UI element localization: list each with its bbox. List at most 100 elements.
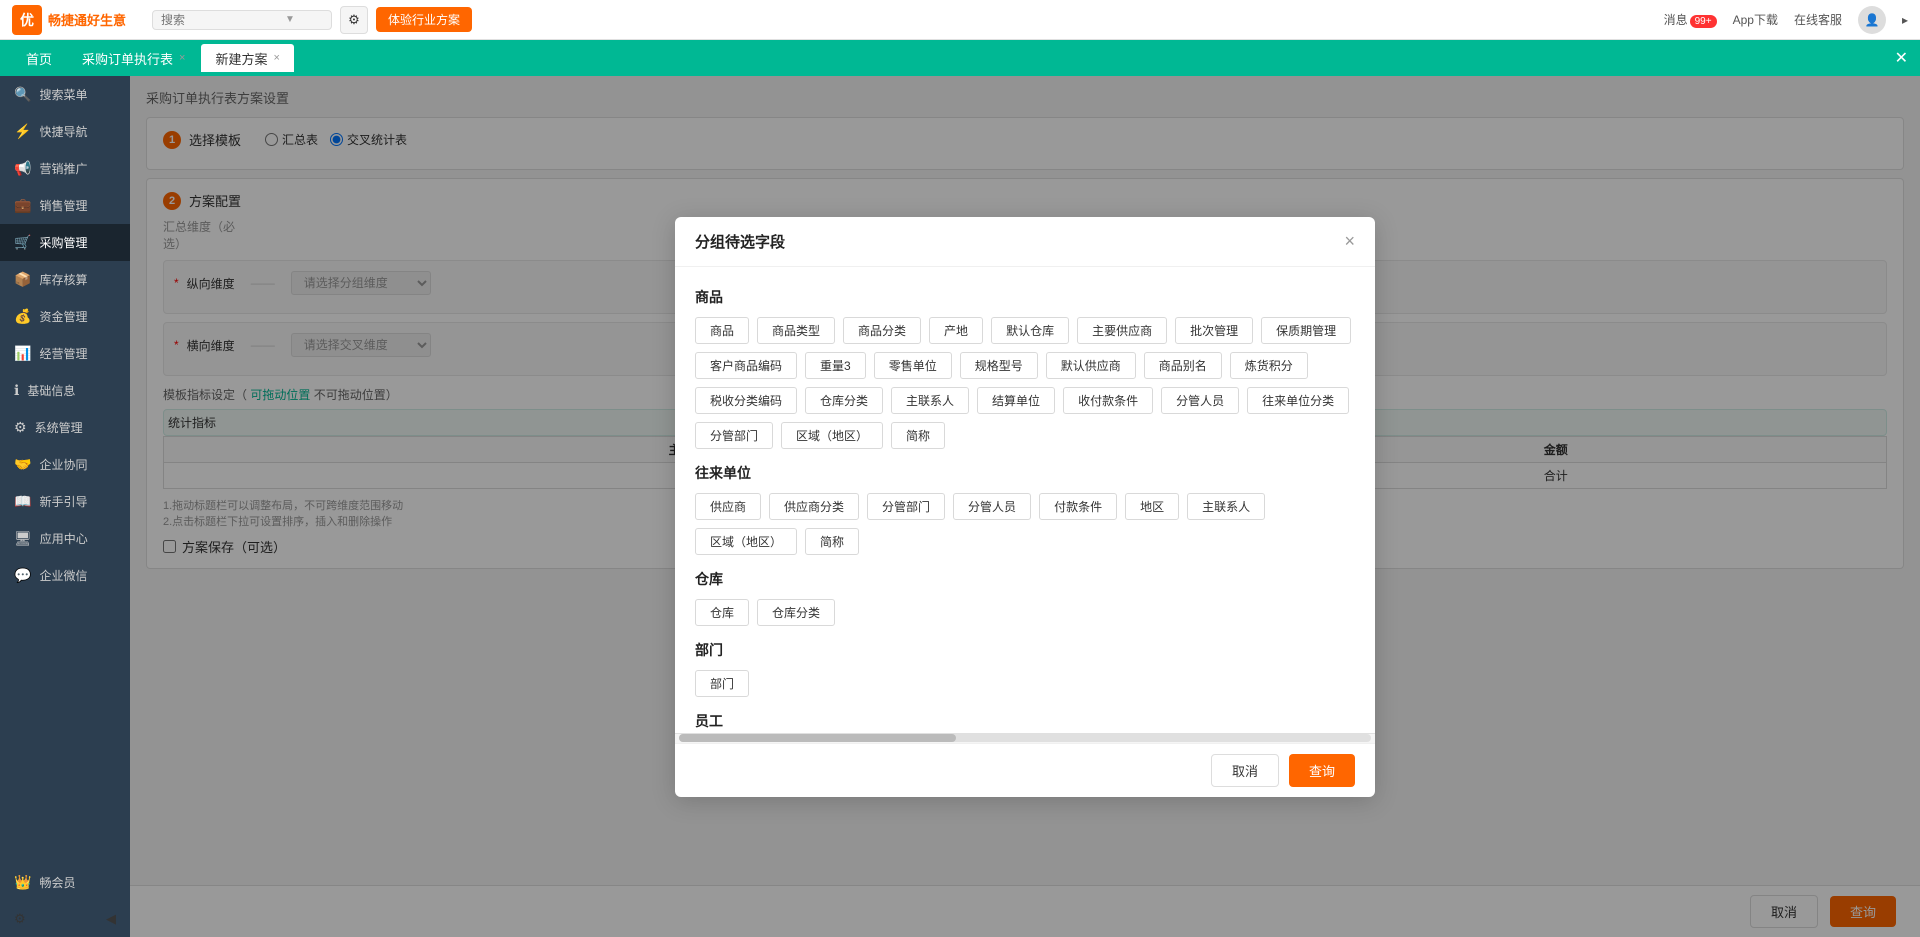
field-tag-goods-type[interactable]: 商品类型 xyxy=(757,317,835,344)
field-tag-goods[interactable]: 商品 xyxy=(695,317,749,344)
tab-new-plan-label: 新建方案 xyxy=(215,49,267,68)
sidebar-item-finance[interactable]: 💰 资金管理 xyxy=(0,298,130,335)
nav-tabs: 首页 采购订单执行表 × 新建方案 × ✕ xyxy=(0,40,1920,76)
settings-icon[interactable]: ⚙ xyxy=(14,911,26,927)
modal-confirm-button[interactable]: 查询 xyxy=(1289,754,1355,787)
tab-purchase-label: 采购订单执行表 xyxy=(82,49,173,68)
field-tag-weight[interactable]: 重量3 xyxy=(805,352,866,379)
sidebar-item-purchase-label: 采购管理 xyxy=(39,234,87,251)
field-tag-refine-points[interactable]: 炼货积分 xyxy=(1230,352,1308,379)
tab-home-label: 首页 xyxy=(26,49,52,68)
sidebar-item-search[interactable]: 🔍 搜索菜单 xyxy=(0,76,130,113)
sidebar-item-sales[interactable]: 💼 销售管理 xyxy=(0,187,130,224)
sidebar-item-operation-label: 经营管理 xyxy=(39,345,87,362)
field-tag-partner-region[interactable]: 区域（地区） xyxy=(695,528,797,555)
experience-button[interactable]: 体验行业方案 xyxy=(376,7,472,32)
guide-icon: 📖 xyxy=(14,493,31,510)
avatar[interactable]: 👤 xyxy=(1858,6,1886,34)
field-tag-supervisor[interactable]: 分管人员 xyxy=(1161,387,1239,414)
modal-title: 分组待选字段 xyxy=(695,231,785,252)
modal-hscroll[interactable] xyxy=(675,733,1375,742)
field-tag-area[interactable]: 地区 xyxy=(1125,493,1179,520)
field-tag-settlement-unit[interactable]: 结算单位 xyxy=(977,387,1055,414)
field-tag-default-warehouse[interactable]: 默认仓库 xyxy=(991,317,1069,344)
field-tag-warehouse[interactable]: 仓库 xyxy=(695,599,749,626)
tab-new-plan[interactable]: 新建方案 × xyxy=(201,44,293,72)
field-tag-region[interactable]: 区域（地区） xyxy=(781,422,883,449)
close-all-tabs[interactable]: ✕ xyxy=(1895,48,1908,68)
wechat-icon: 💬 xyxy=(14,567,31,584)
search-bar[interactable]: ▼ xyxy=(152,10,332,30)
sidebar-item-search-label: 搜索菜单 xyxy=(39,86,87,103)
modal-close-button[interactable]: × xyxy=(1344,231,1355,252)
sidebar-item-inventory[interactable]: 📦 库存核算 xyxy=(0,261,130,298)
sidebar-item-marketing[interactable]: 📢 营销推广 xyxy=(0,150,130,187)
sidebar-item-wechat[interactable]: 💬 企业微信 xyxy=(0,557,130,594)
modal-cancel-button[interactable]: 取消 xyxy=(1211,754,1279,787)
search-input[interactable] xyxy=(161,13,281,27)
topbar-right: 消息99+ App下载 在线客服 👤 ▸ xyxy=(1664,6,1908,34)
field-tag-customer-code[interactable]: 客户商品编码 xyxy=(695,352,797,379)
field-tag-partner-cat[interactable]: 往来单位分类 xyxy=(1247,387,1349,414)
field-tag-partner-dept[interactable]: 分管部门 xyxy=(867,493,945,520)
field-tags-warehouse: 仓库 仓库分类 xyxy=(695,599,1355,626)
sidebar-item-basic-info-label: 基础信息 xyxy=(27,382,75,399)
field-tag-wh-category[interactable]: 仓库分类 xyxy=(757,599,835,626)
tab-purchase-close[interactable]: × xyxy=(179,52,185,64)
field-tag-tax-code[interactable]: 税收分类编码 xyxy=(695,387,797,414)
gear-button[interactable]: ⚙ xyxy=(340,6,368,34)
field-tag-partner-supervisor[interactable]: 分管人员 xyxy=(953,493,1031,520)
field-tag-payment-cond[interactable]: 付款条件 xyxy=(1039,493,1117,520)
sidebar-item-enterprise[interactable]: 🤝 企业协同 xyxy=(0,446,130,483)
field-tags-dept: 部门 xyxy=(695,670,1355,697)
sidebar-footer: ⚙ ◀ xyxy=(0,901,130,937)
gear-icon: ⚙ xyxy=(348,12,360,28)
operation-icon: 📊 xyxy=(14,345,31,362)
field-tag-default-supplier[interactable]: 默认供应商 xyxy=(1046,352,1136,379)
field-tag-partner-short[interactable]: 简称 xyxy=(805,528,859,555)
field-tag-supplier-cat[interactable]: 供应商分类 xyxy=(769,493,859,520)
field-tag-payment-terms[interactable]: 收付款条件 xyxy=(1063,387,1153,414)
field-tag-warehouse-cat[interactable]: 仓库分类 xyxy=(805,387,883,414)
field-group-dept: 部门 部门 xyxy=(695,640,1355,697)
sidebar-item-finance-label: 资金管理 xyxy=(39,308,87,325)
sidebar-item-purchase[interactable]: 🛒 采购管理 xyxy=(0,224,130,261)
sidebar-item-operation[interactable]: 📊 经营管理 xyxy=(0,335,130,372)
sidebar-item-app-center[interactable]: 🖥 应用中心 xyxy=(0,520,130,557)
sidebar-item-inventory-label: 库存核算 xyxy=(39,271,87,288)
sidebar-item-guide[interactable]: 📖 新手引导 xyxy=(0,483,130,520)
sidebar-item-marketing-label: 营销推广 xyxy=(39,160,87,177)
tab-new-plan-close[interactable]: × xyxy=(273,52,279,64)
field-tag-partner-contact[interactable]: 主联系人 xyxy=(1187,493,1265,520)
app-download-link[interactable]: App下载 xyxy=(1733,11,1778,28)
field-tag-goods-category[interactable]: 商品分类 xyxy=(843,317,921,344)
tab-purchase-list[interactable]: 采购订单执行表 × xyxy=(68,44,199,72)
field-tag-supplier[interactable]: 供应商 xyxy=(695,493,761,520)
field-tag-shelf-life[interactable]: 保质期管理 xyxy=(1261,317,1351,344)
topbar-expand-icon: ▸ xyxy=(1902,13,1908,27)
app-center-icon: 🖥 xyxy=(14,530,32,547)
notification-area[interactable]: 消息99+ xyxy=(1664,11,1717,28)
sidebar-item-member[interactable]: 👑 畅会员 xyxy=(0,864,130,901)
field-tag-short-name[interactable]: 简称 xyxy=(891,422,945,449)
collapse-icon[interactable]: ◀ xyxy=(106,911,116,927)
field-tags-partner: 供应商 供应商分类 分管部门 分管人员 付款条件 地区 主联系人 区域（地区） … xyxy=(695,493,1355,555)
field-tag-department[interactable]: 部门 xyxy=(695,670,749,697)
member-icon: 👑 xyxy=(14,874,31,891)
field-tag-origin[interactable]: 产地 xyxy=(929,317,983,344)
sidebar-item-quick-nav[interactable]: ⚡ 快捷导航 xyxy=(0,113,130,150)
online-service-link[interactable]: 在线客服 xyxy=(1794,11,1842,28)
system-icon: ⚙ xyxy=(14,419,27,436)
field-tag-goods-alias[interactable]: 商品别名 xyxy=(1144,352,1222,379)
field-tag-dept[interactable]: 分管部门 xyxy=(695,422,773,449)
field-tag-spec[interactable]: 规格型号 xyxy=(960,352,1038,379)
sidebar-item-basic-info[interactable]: ℹ 基础信息 xyxy=(0,372,130,409)
sidebar-item-system[interactable]: ⚙ 系统管理 xyxy=(0,409,130,446)
field-tag-retail-unit[interactable]: 零售单位 xyxy=(874,352,952,379)
field-tag-main-supplier[interactable]: 主要供应商 xyxy=(1077,317,1167,344)
sidebar-item-wechat-label: 企业微信 xyxy=(39,567,87,584)
basic-info-icon: ℹ xyxy=(14,382,19,399)
tab-home[interactable]: 首页 xyxy=(12,44,66,72)
field-tag-batch-mgmt[interactable]: 批次管理 xyxy=(1175,317,1253,344)
field-tag-main-contact[interactable]: 主联系人 xyxy=(891,387,969,414)
